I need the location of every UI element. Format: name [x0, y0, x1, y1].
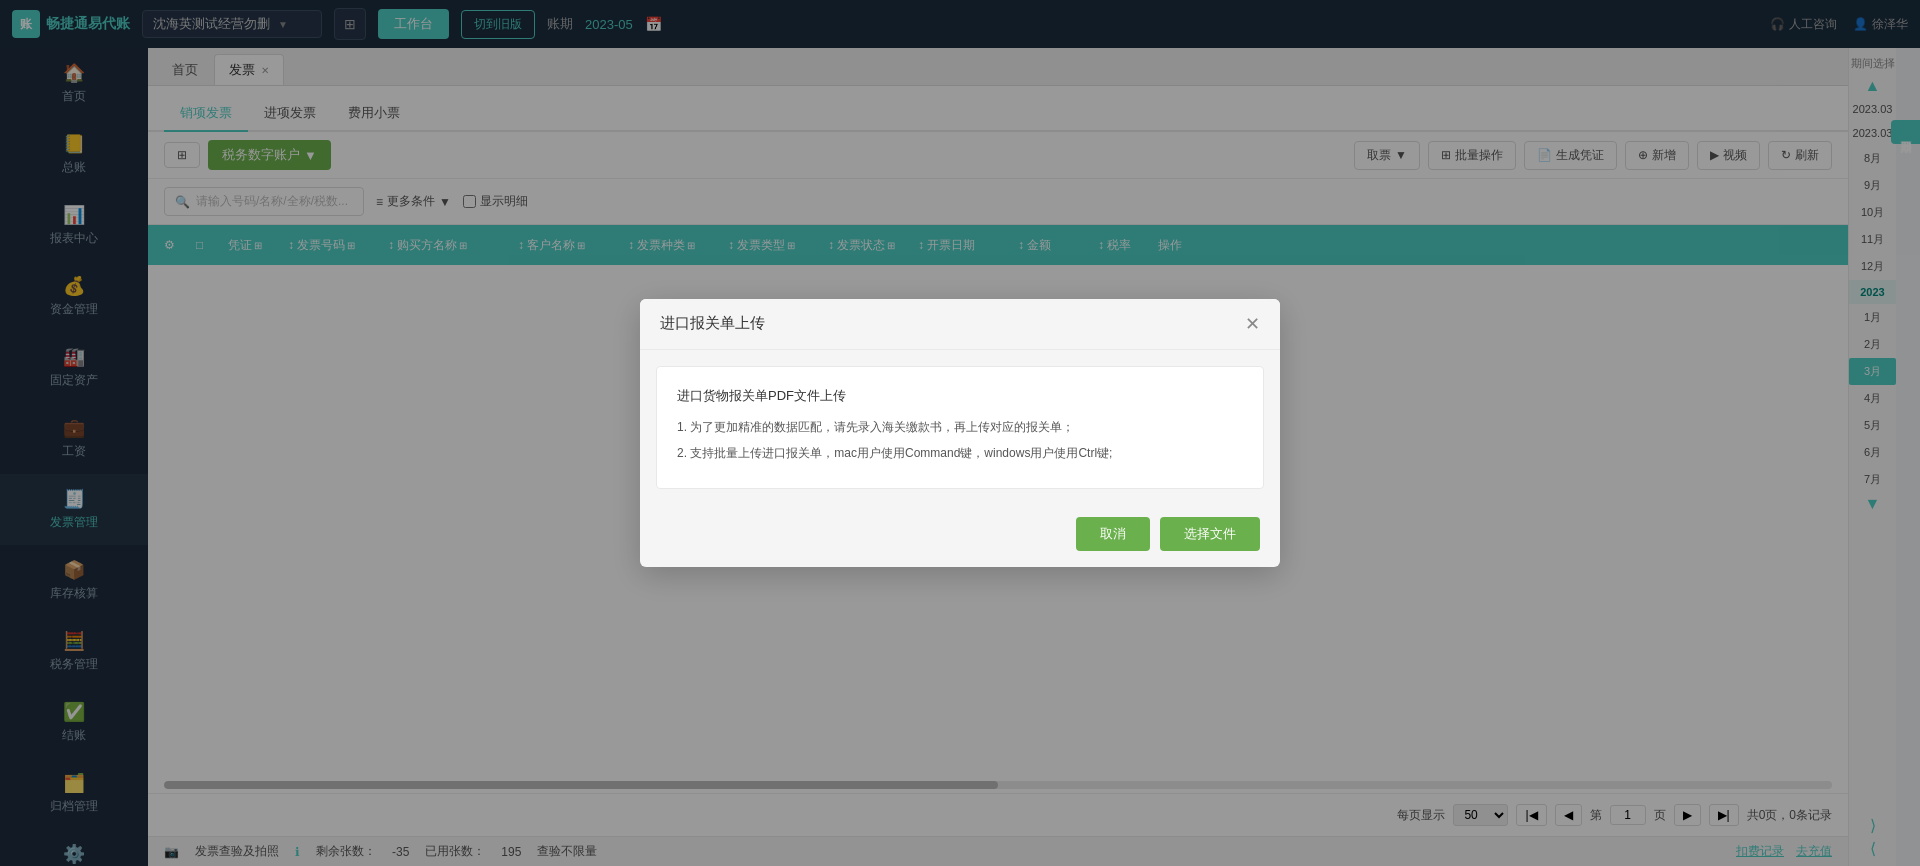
modal-select-file-button[interactable]: 选择文件: [1160, 517, 1260, 551]
modal-note-1: 1. 为了更加精准的数据匹配，请先录入海关缴款书，再上传对应的报关单；: [677, 417, 1243, 439]
import-customs-modal: 进口报关单上传 ✕ 进口货物报关单PDF文件上传 1. 为了更加精准的数据匹配，…: [640, 299, 1280, 567]
modal-section-title: 进口货物报关单PDF文件上传: [677, 387, 1243, 405]
modal-body: 进口货物报关单PDF文件上传 1. 为了更加精准的数据匹配，请先录入海关缴款书，…: [656, 366, 1264, 489]
modal-title: 进口报关单上传: [660, 314, 765, 333]
modal-close-icon[interactable]: ✕: [1245, 313, 1260, 335]
modal-note-2: 2. 支持批量上传进口报关单，mac用户使用Command键，windows用户…: [677, 443, 1243, 465]
modal-cancel-button[interactable]: 取消: [1076, 517, 1150, 551]
modal-overlay[interactable]: 进口报关单上传 ✕ 进口货物报关单PDF文件上传 1. 为了更加精准的数据匹配，…: [0, 0, 1920, 866]
modal-header: 进口报关单上传 ✕: [640, 299, 1280, 350]
modal-footer: 取消 选择文件: [640, 505, 1280, 567]
modal-notes: 1. 为了更加精准的数据匹配，请先录入海关缴款书，再上传对应的报关单； 2. 支…: [677, 417, 1243, 464]
